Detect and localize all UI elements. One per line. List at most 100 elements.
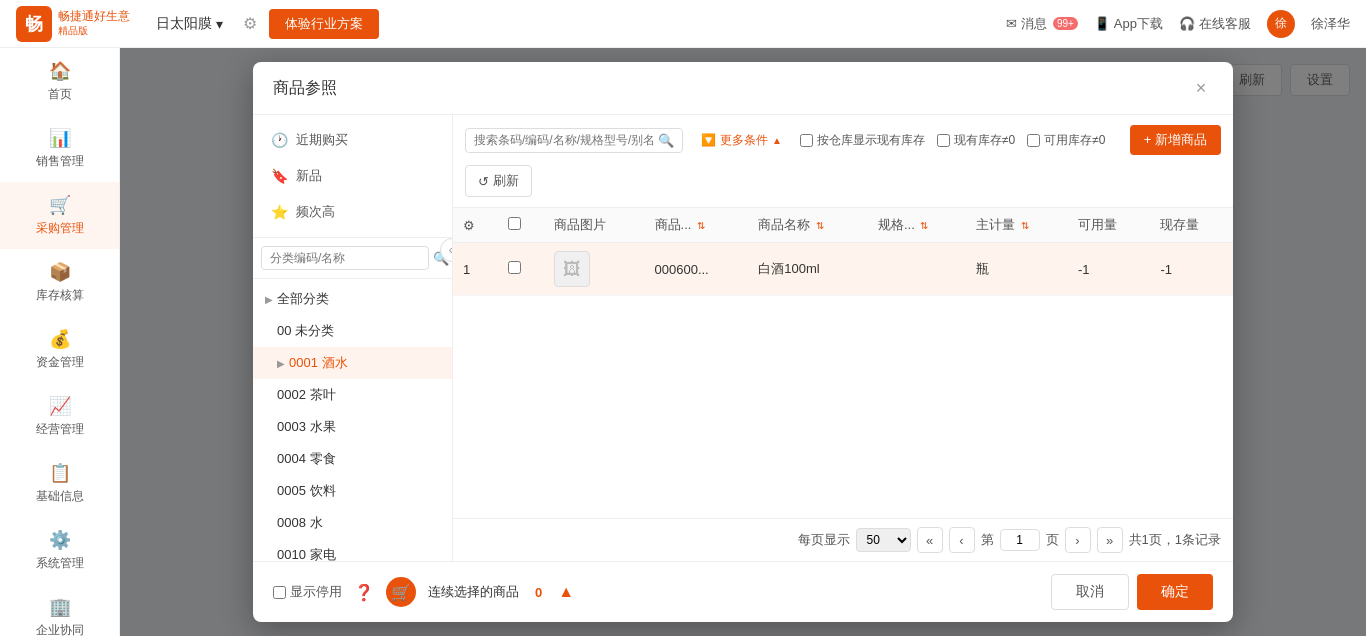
help-icon[interactable]: ❓ (354, 583, 374, 602)
col-usable: 可用量 (1068, 208, 1150, 243)
footer-right: 取消 确定 (1051, 574, 1213, 610)
category-item-0004[interactable]: 0004 零食 (253, 443, 452, 475)
col-name: 商品名称 ⇅ (748, 208, 868, 243)
product-search-input[interactable] (474, 133, 654, 147)
modal: 商品参照 × 🕐 近期购买 🔖 新品 ⭐ 频次高 (253, 62, 1233, 622)
row-spec-0 (868, 243, 967, 296)
per-page-select[interactable]: 102050100 (856, 528, 911, 552)
product-table-container: ⚙ 商品图片 商品... ⇅ 商品名称 (453, 208, 1233, 518)
total-label: 共1页，1条记录 (1129, 531, 1221, 549)
sidebar-item-purchase[interactable]: 🛒 采购管理 (0, 182, 119, 249)
table-body: 1 🖼 000600... 白酒100ml 瓶 -1 -1 (453, 243, 1233, 296)
sidebar-label-basic: 基础信息 (36, 488, 84, 505)
first-page-btn[interactable]: « (917, 527, 943, 553)
filter-icon: 🔽 (701, 133, 716, 147)
username: 徐泽华 (1311, 15, 1350, 33)
avatar[interactable]: 徐 (1267, 10, 1295, 38)
row-unit-0: 瓶 (966, 243, 1068, 296)
sidebar-item-business[interactable]: 📈 经营管理 (0, 383, 119, 450)
category-item-00[interactable]: 00 未分类 (253, 315, 452, 347)
code-sort-icon[interactable]: ⇅ (697, 220, 705, 231)
category-item-all[interactable]: ▶全部分类 (253, 283, 452, 315)
page-input[interactable] (1000, 529, 1040, 551)
spec-sort-icon[interactable]: ⇅ (920, 220, 928, 231)
cb-warehouse-label[interactable]: 按仓库显示现有库存 (800, 132, 925, 149)
category-label-0008: 0008 水 (277, 514, 323, 532)
sidebar-label-inventory: 库存核算 (36, 287, 84, 304)
sidebar-label-purchase: 采购管理 (36, 220, 84, 237)
gear-icon[interactable]: ⚙ (243, 14, 257, 33)
sidebar-item-enterprise[interactable]: 🏢 企业协同 (0, 584, 119, 636)
more-filter-btn[interactable]: 🔽 更多条件 ▲ (693, 128, 790, 153)
cart-icon[interactable]: 🛒 (386, 577, 416, 607)
show-disabled-checkbox[interactable] (273, 586, 286, 599)
sidebar-item-system[interactable]: ⚙️ 系统管理 (0, 517, 119, 584)
online-service-btn[interactable]: 🎧 在线客服 (1179, 15, 1251, 33)
messages-badge: 99+ (1053, 17, 1078, 30)
modal-close-btn[interactable]: × (1189, 76, 1213, 100)
category-item-0002[interactable]: 0002 茶叶 (253, 379, 452, 411)
refresh-product-btn[interactable]: ↺ 刷新 (465, 165, 532, 197)
name-sort-icon[interactable]: ⇅ (816, 220, 824, 231)
prev-page-btn[interactable]: ‹ (949, 527, 975, 553)
cb-stock-ne0[interactable] (937, 134, 950, 147)
modal-overlay: 商品参照 × 🕐 近期购买 🔖 新品 ⭐ 频次高 (120, 48, 1366, 636)
col-settings[interactable]: ⚙ (453, 208, 498, 243)
row-cb-0[interactable] (498, 243, 544, 296)
messages-btn[interactable]: ✉ 消息 99+ (1006, 15, 1078, 33)
category-item-0005[interactable]: 0005 饮料 (253, 475, 452, 507)
cb-usable-ne0[interactable] (1027, 134, 1040, 147)
unit-sort-icon[interactable]: ⇅ (1021, 220, 1029, 231)
left-tab-icon-recent: 🕐 (271, 132, 288, 148)
last-page-btn[interactable]: » (1097, 527, 1123, 553)
sidebar-item-basic[interactable]: 📋 基础信息 (0, 450, 119, 517)
next-page-btn[interactable]: › (1065, 527, 1091, 553)
cancel-btn[interactable]: 取消 (1051, 574, 1129, 610)
row-checkbox-0[interactable] (508, 261, 521, 274)
row-seq-0: 1 (453, 243, 498, 296)
product-thumbnail: 🖼 (554, 251, 590, 287)
table-row[interactable]: 1 🖼 000600... 白酒100ml 瓶 -1 -1 (453, 243, 1233, 296)
content-area: 查询 刷新 设置 商品参照 × (120, 48, 1366, 636)
main-layout: 🏠 首页 📊 销售管理 🛒 采购管理 📦 库存核算 💰 资金管理 📈 经营管理 … (0, 48, 1366, 636)
filter-arrow-icon: ▲ (772, 135, 782, 146)
app-download-btn[interactable]: 📱 App下载 (1094, 15, 1163, 33)
modal-header: 商品参照 × (253, 62, 1233, 115)
add-product-btn[interactable]: + 新增商品 (1130, 125, 1221, 155)
left-tab-recent[interactable]: 🕐 近期购买 (261, 123, 444, 157)
select-all-checkbox[interactable] (508, 217, 521, 230)
category-item-0008[interactable]: 0008 水 (253, 507, 452, 539)
col-unit: 主计量 ⇅ (966, 208, 1068, 243)
show-disabled-label[interactable]: 显示停用 (273, 583, 342, 601)
left-tab-icon-frequent: ⭐ (271, 204, 288, 220)
cb-usable-ne0-label[interactable]: 可用库存≠0 (1027, 132, 1105, 149)
category-item-0001[interactable]: ▶0001 酒水 (253, 347, 452, 379)
category-item-0010[interactable]: 0010 家电 (253, 539, 452, 561)
sidebar-item-sales[interactable]: 📊 销售管理 (0, 115, 119, 182)
left-tab-new[interactable]: 🔖 新品 (261, 159, 444, 193)
sidebar-label-system: 系统管理 (36, 555, 84, 572)
sidebar-item-inventory[interactable]: 📦 库存核算 (0, 249, 119, 316)
sidebar-item-home[interactable]: 🏠 首页 (0, 48, 119, 115)
left-tab-label-new: 新品 (296, 167, 322, 185)
category-item-0003[interactable]: 0003 水果 (253, 411, 452, 443)
row-code-0: 000600... (645, 243, 749, 296)
cb-stock-ne0-label[interactable]: 现有库存≠0 (937, 132, 1015, 149)
sidebar-item-finance[interactable]: 💰 资金管理 (0, 316, 119, 383)
category-label-0002: 0002 茶叶 (277, 386, 336, 404)
sidebar-label-sales: 销售管理 (36, 153, 84, 170)
confirm-btn[interactable]: 确定 (1137, 574, 1213, 610)
store-dropdown[interactable]: 日太阳膜 ▾ (148, 11, 231, 37)
sidebar: 🏠 首页 📊 销售管理 🛒 采购管理 📦 库存核算 💰 资金管理 📈 经营管理 … (0, 48, 120, 636)
product-search-icon[interactable]: 🔍 (658, 133, 674, 148)
cb-warehouse[interactable] (800, 134, 813, 147)
trial-btn[interactable]: 体验行业方案 (269, 9, 379, 39)
table-header: ⚙ 商品图片 商品... ⇅ 商品名称 (453, 208, 1233, 243)
category-label-0004: 0004 零食 (277, 450, 336, 468)
sidebar-icon-system: ⚙️ (49, 529, 71, 551)
category-label-all: 全部分类 (277, 290, 329, 308)
footer-collapse-icon[interactable]: ▲ (558, 583, 574, 601)
sidebar-label-finance: 资金管理 (36, 354, 84, 371)
left-tab-frequent[interactable]: ⭐ 频次高 (261, 195, 444, 229)
category-search-input[interactable] (261, 246, 429, 270)
